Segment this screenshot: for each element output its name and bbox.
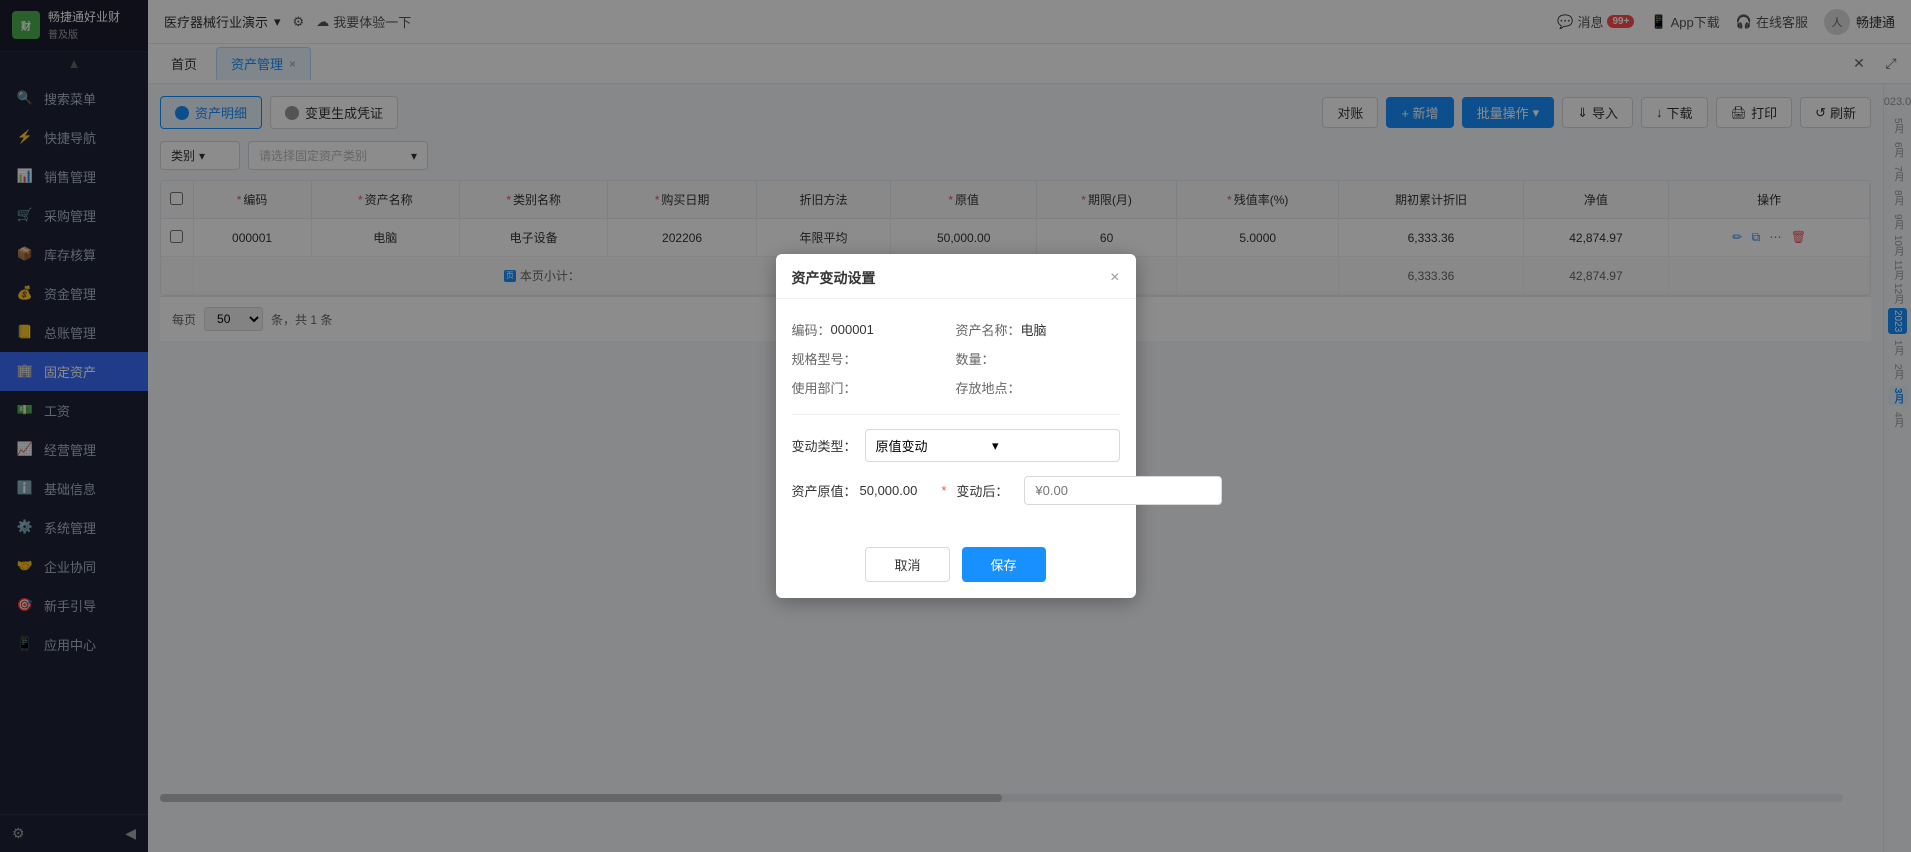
select-dropdown-icon: ▾	[992, 438, 1109, 454]
modal-footer: 取消 保存	[776, 535, 1136, 598]
modal-quantity-field: 数量：	[956, 344, 1120, 373]
change-type-select[interactable]: 原值变动 ▾	[865, 429, 1120, 462]
modal-body: 编码： 000001 资产名称： 电脑 规格型号： 数量： 使用部门：	[776, 299, 1136, 535]
modal-code-field: 编码： 000001	[792, 315, 956, 344]
change-type-row: 变动类型： 原值变动 ▾	[792, 429, 1120, 462]
original-value-display: 50,000.00	[860, 483, 918, 498]
modal-title: 资产变动设置	[792, 268, 876, 288]
modal-dept-field: 使用部门：	[792, 373, 956, 402]
modal-location-field: 存放地点：	[956, 373, 1120, 402]
modal-divider	[792, 414, 1120, 415]
cancel-button[interactable]: 取消	[865, 547, 949, 582]
modal-overlay[interactable]: 资产变动设置 × 编码： 000001 资产名称： 电脑 规格型号： 数量：	[0, 0, 1911, 852]
asset-change-modal: 资产变动设置 × 编码： 000001 资产名称： 电脑 规格型号： 数量：	[776, 254, 1136, 598]
save-button[interactable]: 保存	[962, 547, 1046, 582]
modal-info-grid: 编码： 000001 资产名称： 电脑 规格型号： 数量： 使用部门：	[792, 315, 1120, 402]
after-change-input[interactable]	[1024, 476, 1222, 505]
original-value-row: 资产原值： 50,000.00 * 变动后：	[792, 476, 1120, 505]
modal-close-btn[interactable]: ×	[1110, 269, 1119, 287]
modal-name-field: 资产名称： 电脑	[956, 315, 1120, 344]
modal-header: 资产变动设置 ×	[776, 254, 1136, 299]
modal-spec-field: 规格型号：	[792, 344, 956, 373]
